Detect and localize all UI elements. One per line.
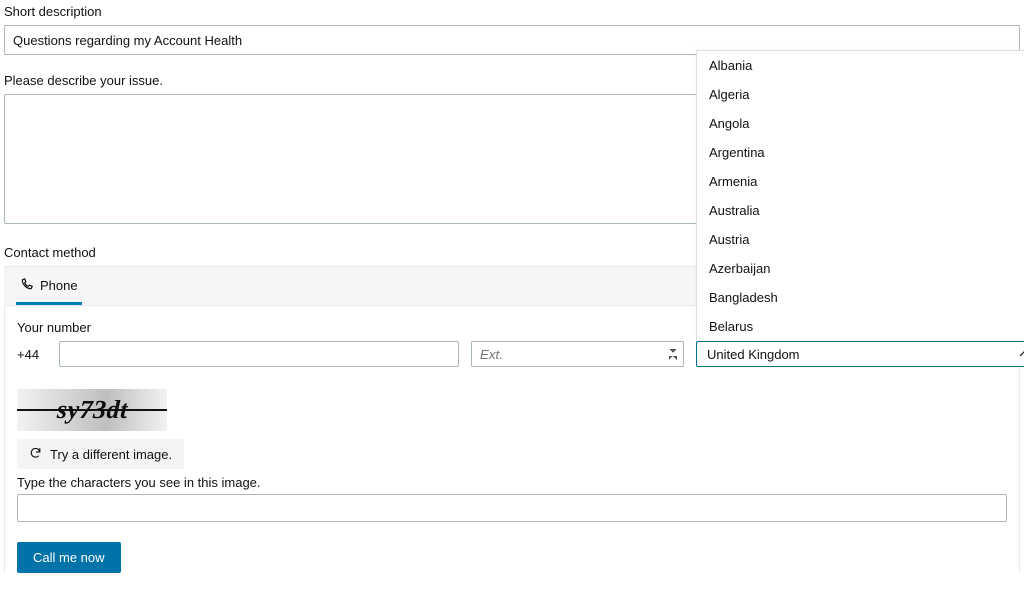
short-description-label: Short description — [4, 4, 1020, 19]
captcha-text: sy73dt — [56, 395, 128, 425]
phone-ext-input[interactable] — [471, 341, 684, 367]
country-option[interactable]: Austria — [697, 225, 1024, 254]
country-option[interactable]: Albania — [697, 51, 1024, 80]
captcha-image: sy73dt — [17, 389, 167, 431]
tab-phone[interactable]: Phone — [16, 267, 82, 305]
captcha-prompt: Type the characters you see in this imag… — [17, 475, 1007, 490]
captcha-refresh-label: Try a different image. — [50, 447, 172, 462]
captcha-input[interactable] — [17, 494, 1007, 522]
country-option[interactable]: Belarus — [697, 312, 1024, 341]
country-selected-label: United Kingdom — [707, 347, 800, 362]
country-dropdown[interactable]: AlbaniaAlgeriaAngolaArgentinaArmeniaAust… — [696, 50, 1024, 341]
country-select[interactable]: United Kingdom — [696, 341, 1024, 367]
country-option[interactable]: Argentina — [697, 138, 1024, 167]
phone-number-input[interactable] — [59, 341, 459, 367]
country-option[interactable]: Algeria — [697, 80, 1024, 109]
dial-code: +44 — [17, 347, 47, 362]
chevron-up-icon — [1019, 347, 1024, 362]
tab-phone-label: Phone — [40, 278, 78, 293]
refresh-icon — [29, 446, 42, 462]
country-option[interactable]: Bangladesh — [697, 283, 1024, 312]
call-me-now-button[interactable]: Call me now — [17, 542, 121, 573]
country-option[interactable]: Angola — [697, 109, 1024, 138]
country-option[interactable]: Azerbaijan — [697, 254, 1024, 283]
phone-icon — [20, 277, 34, 294]
captcha-refresh-button[interactable]: Try a different image. — [17, 439, 184, 469]
country-option[interactable]: Australia — [697, 196, 1024, 225]
country-option[interactable]: Armenia — [697, 167, 1024, 196]
